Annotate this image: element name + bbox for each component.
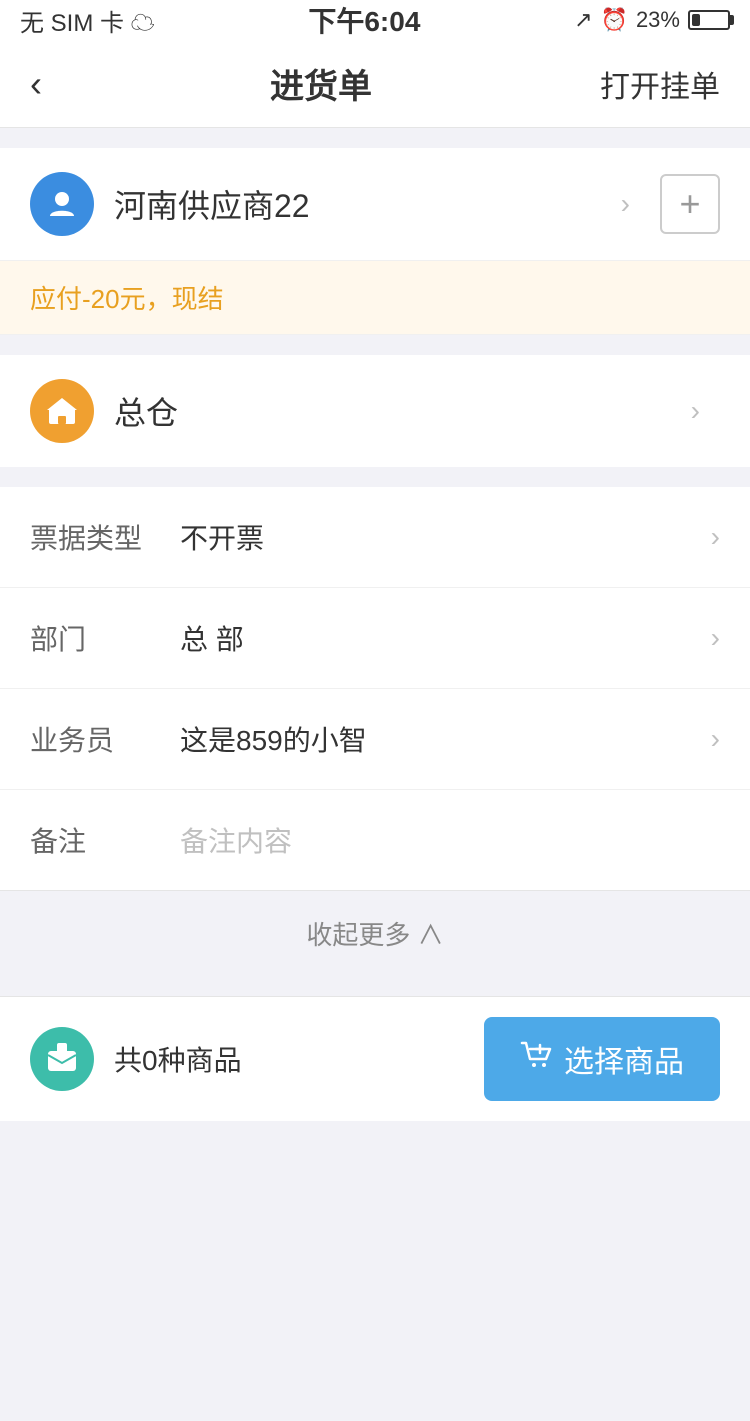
notice-banner: 应付-20元，现结: [0, 261, 750, 335]
product-count: 共0种商品: [114, 1039, 484, 1079]
supplier-row[interactable]: 河南供应商22 › +: [0, 148, 750, 261]
department-arrow-icon: ›: [711, 622, 720, 654]
form-row-department[interactable]: 部门 总 部 ›: [0, 588, 750, 689]
cart-icon: [520, 1041, 552, 1077]
select-product-button[interactable]: 选择商品: [484, 1017, 720, 1101]
section-gap-1: [0, 128, 750, 148]
bottom-bar: 共0种商品 选择商品: [0, 996, 750, 1121]
section-gap-2: [0, 335, 750, 355]
page-title: 进货单: [270, 59, 372, 108]
form-row-invoice[interactable]: 票据类型 不开票 ›: [0, 487, 750, 588]
status-bar: 无 SIM 卡 ☁ 下午6:04 ↗ ⏰ 23%: [0, 0, 750, 40]
battery-percent: 23%: [636, 7, 680, 33]
supplier-arrow-icon: ›: [621, 188, 630, 220]
warehouse-icon: [30, 379, 94, 443]
supplier-avatar: [30, 172, 94, 236]
status-time: 下午6:04: [308, 0, 420, 40]
invoice-value: 不开票: [180, 517, 711, 557]
supplier-section: 河南供应商22 › + 应付-20元，现结: [0, 148, 750, 335]
warehouse-name: 总仓: [114, 388, 691, 434]
status-right: ↗ ⏰ 23%: [574, 7, 730, 33]
signal-text: 无 SIM 卡 ☁: [20, 3, 155, 38]
invoice-label: 票据类型: [30, 517, 160, 557]
warehouse-row[interactable]: 总仓 ›: [0, 355, 750, 467]
department-value: 总 部: [180, 618, 711, 658]
nav-bar: ‹ 进货单 打开挂单: [0, 40, 750, 128]
supplier-name: 河南供应商22: [114, 181, 621, 227]
remark-label: 备注: [30, 820, 160, 860]
alarm-icon: ⏰: [601, 7, 628, 33]
status-left: 无 SIM 卡 ☁: [20, 3, 155, 38]
remark-value[interactable]: 备注内容: [180, 820, 720, 860]
form-row-salesperson[interactable]: 业务员 这是859的小智 ›: [0, 689, 750, 790]
salesperson-arrow-icon: ›: [711, 723, 720, 755]
invoice-arrow-icon: ›: [711, 521, 720, 553]
warehouse-arrow-icon: ›: [691, 395, 700, 427]
section-gap-4: [0, 976, 750, 996]
form-row-remark[interactable]: 备注 备注内容: [0, 790, 750, 890]
warehouse-section: 总仓 ›: [0, 355, 750, 467]
open-pending-button[interactable]: 打开挂单: [600, 62, 720, 106]
notice-text: 应付-20元，现结: [30, 284, 224, 314]
add-supplier-button[interactable]: +: [660, 174, 720, 234]
battery-icon: [688, 10, 730, 30]
department-label: 部门: [30, 618, 160, 658]
page-background: [0, 1121, 750, 1421]
form-section: 票据类型 不开票 › 部门 总 部 › 业务员 这是859的小智 › 备注 备注…: [0, 487, 750, 890]
salesperson-label: 业务员: [30, 719, 160, 759]
select-product-label: 选择商品: [564, 1037, 684, 1081]
salesperson-value: 这是859的小智: [180, 719, 711, 759]
back-button[interactable]: ‹: [30, 63, 42, 105]
section-gap-3: [0, 467, 750, 487]
product-icon: [30, 1027, 94, 1091]
location-icon: ↗: [574, 7, 592, 33]
collapse-button[interactable]: 收起更多 ∧: [0, 890, 750, 976]
